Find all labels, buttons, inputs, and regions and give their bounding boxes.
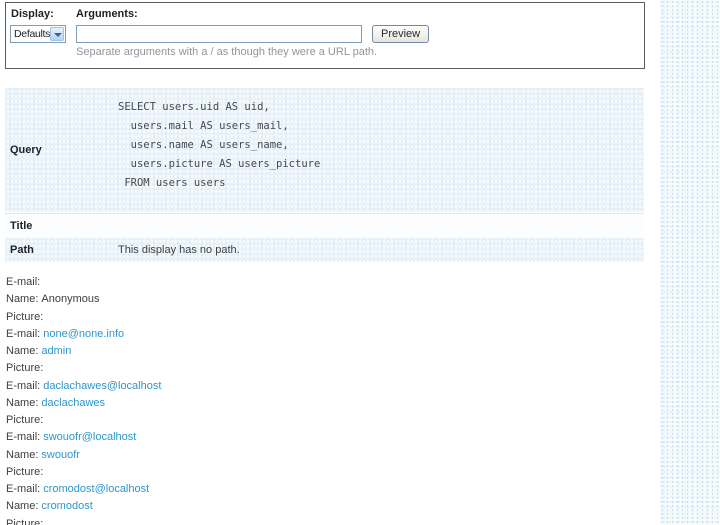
user-name-link[interactable]: cromodost xyxy=(41,500,92,512)
picture-field-label: Picture: xyxy=(6,517,44,525)
list-item-picture: Picture: xyxy=(6,516,161,525)
user-name-link[interactable]: swouofr xyxy=(41,449,80,461)
list-item-picture: Picture: xyxy=(6,309,161,326)
list-item-picture: Picture: xyxy=(6,360,161,377)
list-item-email: E-mail: xyxy=(6,274,161,291)
email-field-label: E-mail: xyxy=(6,276,41,288)
email-link[interactable]: cromodost@localhost xyxy=(43,483,149,495)
chevron-down-icon xyxy=(50,27,64,41)
list-item-name: Name: cromodost xyxy=(6,498,161,515)
list-item-picture: Picture: xyxy=(6,412,161,429)
picture-field-label: Picture: xyxy=(6,310,44,323)
path-row-label: Path xyxy=(10,244,34,256)
query-row-label: Query xyxy=(10,144,42,156)
title-row: Title xyxy=(5,213,644,238)
arguments-help-text: Separate arguments with a / as though th… xyxy=(76,46,378,58)
user-name-link[interactable]: admin xyxy=(41,345,71,357)
arguments-input[interactable] xyxy=(76,25,362,43)
email-field-label: E-mail: xyxy=(6,379,41,392)
name-field-label: Name: xyxy=(6,293,39,306)
picture-field-label: Picture: xyxy=(6,465,44,478)
list-item-email: E-mail: daclachawes@localhost xyxy=(6,378,161,395)
path-row-value: This display has no path. xyxy=(118,244,240,256)
name-value: Anonymous xyxy=(41,293,100,306)
main-content-area: Display: Defaults Arguments: Preview Sep… xyxy=(0,0,660,525)
list-item-name: Name: admin xyxy=(6,343,161,360)
list-item-name: Name: swouofr xyxy=(6,447,161,464)
email-link[interactable]: daclachawes@localhost xyxy=(43,380,161,392)
preview-results-list: E-mail: Name: Anonymous Picture: E-mail: n… xyxy=(6,274,161,525)
title-row-label: Title xyxy=(10,220,33,232)
name-field-label: Name: xyxy=(6,396,39,409)
list-item-picture: Picture: xyxy=(6,464,161,481)
list-item-name: Name: daclachawes xyxy=(6,395,161,412)
list-item-email: E-mail: none@none.info xyxy=(6,326,161,343)
list-item-email: E-mail: cromodost@localhost xyxy=(6,481,161,498)
picture-field-label: Picture: xyxy=(6,362,44,375)
name-field-label: Name: xyxy=(6,345,39,357)
email-field-label: E-mail: xyxy=(6,327,41,340)
name-field-label: Name: xyxy=(6,448,39,461)
email-field-label: E-mail: xyxy=(6,431,41,444)
list-item-email: E-mail: swouofr@localhost xyxy=(6,429,161,446)
page-background: { "preview_panel": { "display": { "label… xyxy=(0,0,720,525)
user-name-link[interactable]: daclachawes xyxy=(41,397,105,409)
email-field-label: E-mail: xyxy=(6,483,41,495)
display-select-value: Defaults xyxy=(14,28,51,40)
list-item-name: Name: Anonymous xyxy=(6,291,161,308)
display-label: Display: xyxy=(11,8,54,20)
query-sql-text: SELECT users.uid AS uid, users.mail AS u… xyxy=(118,101,321,189)
name-field-label: Name: xyxy=(6,500,39,513)
picture-field-label: Picture: xyxy=(6,414,44,426)
preview-button[interactable]: Preview xyxy=(372,25,430,43)
display-select[interactable]: Defaults xyxy=(10,25,66,43)
path-row: Path This display has no path. xyxy=(5,238,644,262)
arguments-label: Arguments: xyxy=(76,8,138,20)
email-link[interactable]: swouofr@localhost xyxy=(43,431,136,443)
email-link[interactable]: none@none.info xyxy=(43,328,124,340)
live-preview-panel: Display: Defaults Arguments: Preview Sep… xyxy=(5,2,645,69)
query-row: Query SELECT users.uid AS uid, users.mai… xyxy=(5,88,644,212)
